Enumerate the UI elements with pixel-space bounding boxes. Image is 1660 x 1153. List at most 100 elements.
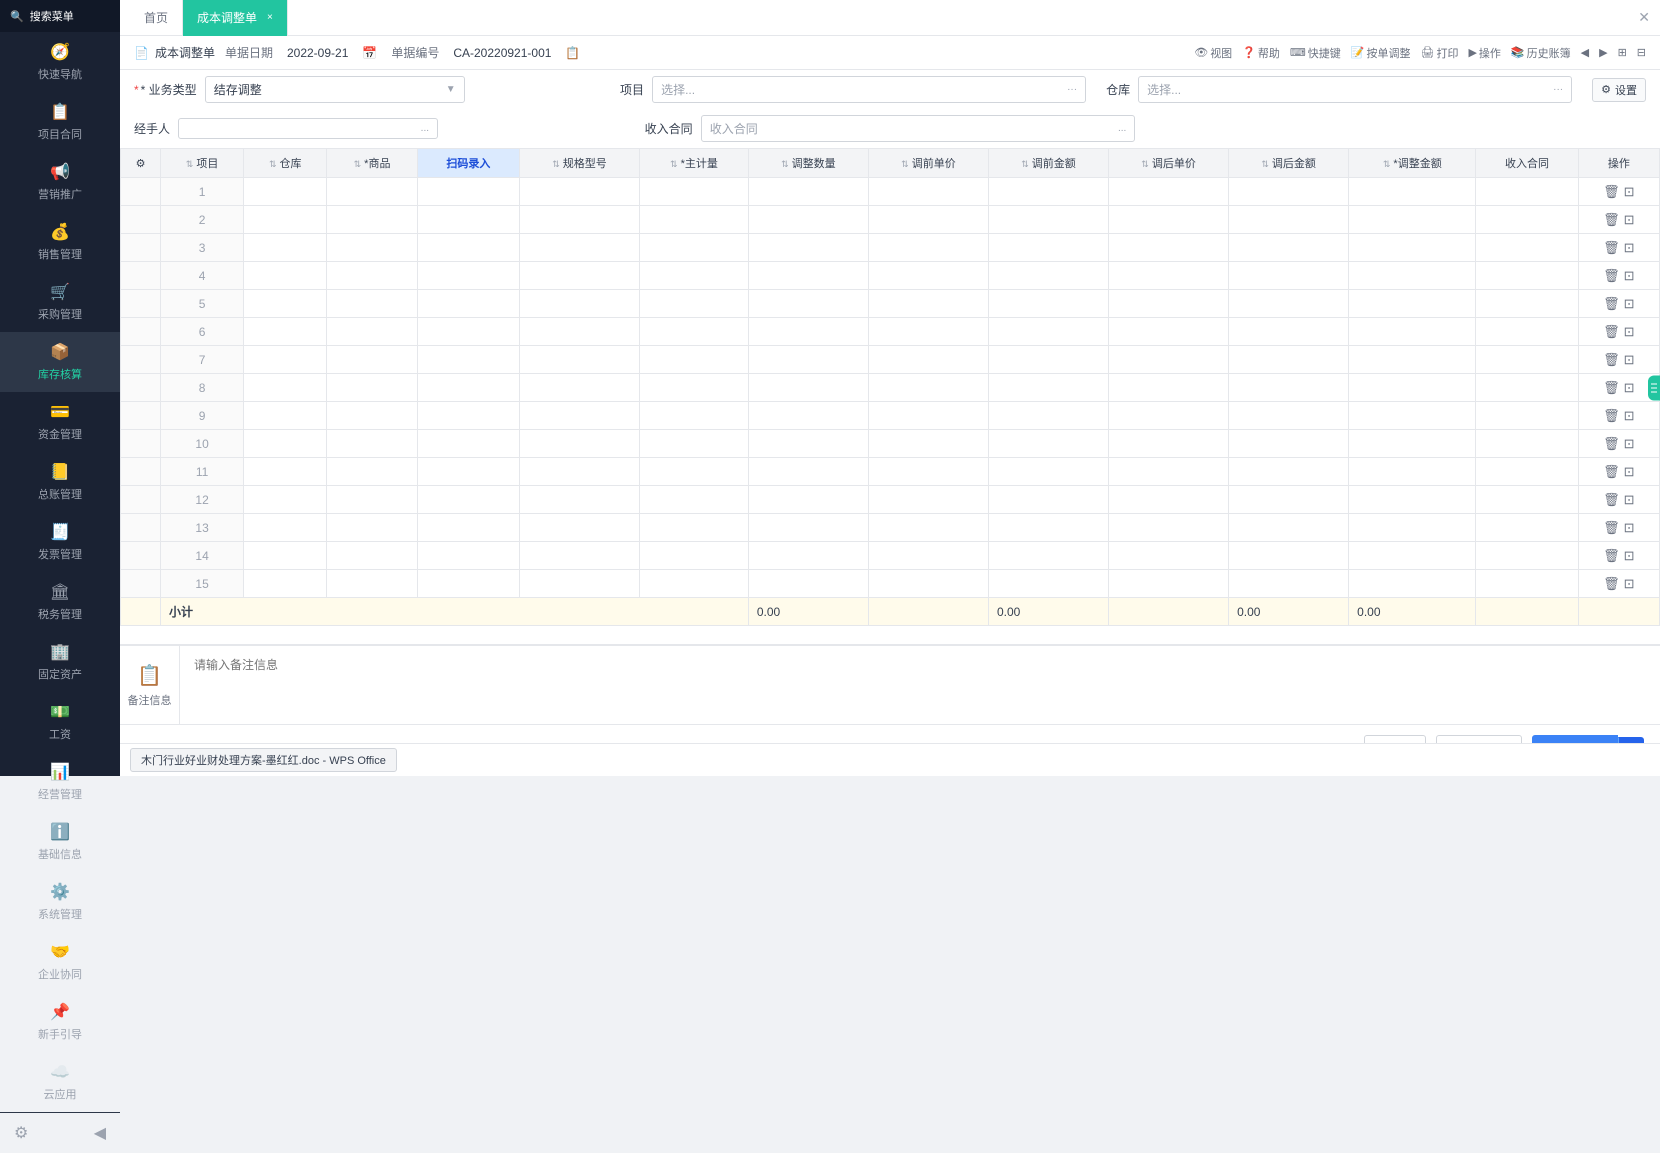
row-adj-qty-15[interactable] — [748, 570, 868, 598]
row-adj-amount-7[interactable] — [1349, 346, 1476, 374]
row-after-amount-15[interactable] — [1229, 570, 1349, 598]
row-goods-11[interactable] — [327, 458, 417, 486]
row-delete-icon-9[interactable]: 🗑 — [1603, 408, 1620, 424]
row-after-price-11[interactable] — [1109, 458, 1229, 486]
row-income-contract-13[interactable] — [1476, 514, 1578, 542]
row-scan-7[interactable] — [417, 346, 519, 374]
row-before-amount-13[interactable] — [988, 514, 1108, 542]
row-adj-qty-10[interactable] — [748, 430, 868, 458]
row-before-amount-1[interactable] — [988, 178, 1108, 206]
row-scan-2[interactable] — [417, 206, 519, 234]
row-adj-qty-9[interactable] — [748, 402, 868, 430]
row-delete-icon-8[interactable]: 🗑 — [1603, 380, 1620, 396]
row-warehouse-3[interactable] — [244, 234, 327, 262]
row-delete-icon-15[interactable]: 🗑 — [1603, 576, 1620, 592]
row-adj-amount-11[interactable] — [1349, 458, 1476, 486]
row-copy-icon-7[interactable]: ⊡ — [1624, 352, 1635, 368]
row-goods-3[interactable] — [327, 234, 417, 262]
row-unit-4[interactable] — [640, 262, 749, 290]
row-income-contract-3[interactable] — [1476, 234, 1578, 262]
row-after-price-8[interactable] — [1109, 374, 1229, 402]
row-before-price-9[interactable] — [868, 402, 988, 430]
row-income-contract-12[interactable] — [1476, 486, 1578, 514]
nav-prev-icon[interactable]: ◀ — [1581, 46, 1589, 59]
row-goods-7[interactable] — [327, 346, 417, 374]
calendar-icon[interactable]: 📅 — [362, 46, 377, 60]
row-warehouse-14[interactable] — [244, 542, 327, 570]
sidebar-item-payroll[interactable]: 💵工资 — [0, 692, 120, 752]
row-spec-9[interactable] — [519, 402, 639, 430]
row-after-price-5[interactable] — [1109, 290, 1229, 318]
collapse-icon[interactable]: ◀ — [94, 1123, 106, 1143]
row-unit-11[interactable] — [640, 458, 749, 486]
row-before-amount-5[interactable] — [988, 290, 1108, 318]
expand-icon[interactable]: ⊞ — [1618, 46, 1627, 59]
row-after-price-2[interactable] — [1109, 206, 1229, 234]
row-copy-icon-8[interactable]: ⊡ — [1624, 380, 1635, 396]
row-income-contract-14[interactable] — [1476, 542, 1578, 570]
row-adj-qty-8[interactable] — [748, 374, 868, 402]
row-before-price-13[interactable] — [868, 514, 988, 542]
business-type-input[interactable]: 结存调整 ▼ — [205, 76, 465, 103]
row-spec-7[interactable] — [519, 346, 639, 374]
notes-input[interactable] — [180, 646, 1660, 724]
row-warehouse-8[interactable] — [244, 374, 327, 402]
tab-close-cost-adjustment[interactable]: × — [267, 12, 273, 23]
row-copy-icon-15[interactable]: ⊡ — [1624, 576, 1635, 592]
sidebar-item-fixed-assets[interactable]: 🏢固定资产 — [0, 632, 120, 692]
sidebar-item-cloud[interactable]: ☁️云应用 — [0, 1052, 120, 1112]
row-scan-6[interactable] — [417, 318, 519, 346]
sidebar-item-enterprise[interactable]: 🤝企业协同 — [0, 932, 120, 992]
row-unit-14[interactable] — [640, 542, 749, 570]
row-before-amount-8[interactable] — [988, 374, 1108, 402]
row-income-contract-5[interactable] — [1476, 290, 1578, 318]
row-after-price-13[interactable] — [1109, 514, 1229, 542]
row-after-amount-6[interactable] — [1229, 318, 1349, 346]
row-delete-icon-4[interactable]: 🗑 — [1603, 268, 1620, 284]
row-delete-icon-11[interactable]: 🗑 — [1603, 464, 1620, 480]
row-copy-icon-4[interactable]: ⊡ — [1624, 268, 1635, 284]
row-unit-12[interactable] — [640, 486, 749, 514]
row-spec-5[interactable] — [519, 290, 639, 318]
row-adj-amount-4[interactable] — [1349, 262, 1476, 290]
row-copy-icon-10[interactable]: ⊡ — [1624, 436, 1635, 452]
row-before-price-8[interactable] — [868, 374, 988, 402]
row-scan-14[interactable] — [417, 542, 519, 570]
row-after-amount-12[interactable] — [1229, 486, 1349, 514]
row-after-amount-13[interactable] — [1229, 514, 1349, 542]
row-unit-6[interactable] — [640, 318, 749, 346]
row-adj-qty-14[interactable] — [748, 542, 868, 570]
row-before-amount-6[interactable] — [988, 318, 1108, 346]
income-contract-input[interactable]: 收入合同 ... — [701, 115, 1136, 142]
row-spec-14[interactable] — [519, 542, 639, 570]
sidebar-item-guide[interactable]: 📌新手引导 — [0, 992, 120, 1052]
row-warehouse-5[interactable] — [244, 290, 327, 318]
row-after-amount-7[interactable] — [1229, 346, 1349, 374]
row-copy-icon-2[interactable]: ⊡ — [1624, 212, 1635, 228]
row-before-amount-10[interactable] — [988, 430, 1108, 458]
row-after-price-12[interactable] — [1109, 486, 1229, 514]
sidebar-item-inventory[interactable]: 📦库存核算 — [0, 332, 120, 392]
row-scan-5[interactable] — [417, 290, 519, 318]
right-indicator[interactable] — [1648, 376, 1660, 401]
row-delete-icon-6[interactable]: 🗑 — [1603, 324, 1620, 340]
row-warehouse-6[interactable] — [244, 318, 327, 346]
sidebar-item-system[interactable]: ⚙️系统管理 — [0, 872, 120, 932]
sidebar-item-finance[interactable]: 💳资金管理 — [0, 392, 120, 452]
row-scan-15[interactable] — [417, 570, 519, 598]
row-goods-13[interactable] — [327, 514, 417, 542]
row-after-amount-9[interactable] — [1229, 402, 1349, 430]
row-income-contract-2[interactable] — [1476, 206, 1578, 234]
row-adj-amount-6[interactable] — [1349, 318, 1476, 346]
row-adj-qty-6[interactable] — [748, 318, 868, 346]
row-before-price-10[interactable] — [868, 430, 988, 458]
settings-button[interactable]: ⚙ 设置 — [1592, 78, 1646, 102]
row-scan-9[interactable] — [417, 402, 519, 430]
row-goods-9[interactable] — [327, 402, 417, 430]
row-adj-qty-3[interactable] — [748, 234, 868, 262]
row-after-amount-2[interactable] — [1229, 206, 1349, 234]
row-goods-8[interactable] — [327, 374, 417, 402]
row-spec-10[interactable] — [519, 430, 639, 458]
row-adj-qty-11[interactable] — [748, 458, 868, 486]
row-adj-amount-14[interactable] — [1349, 542, 1476, 570]
